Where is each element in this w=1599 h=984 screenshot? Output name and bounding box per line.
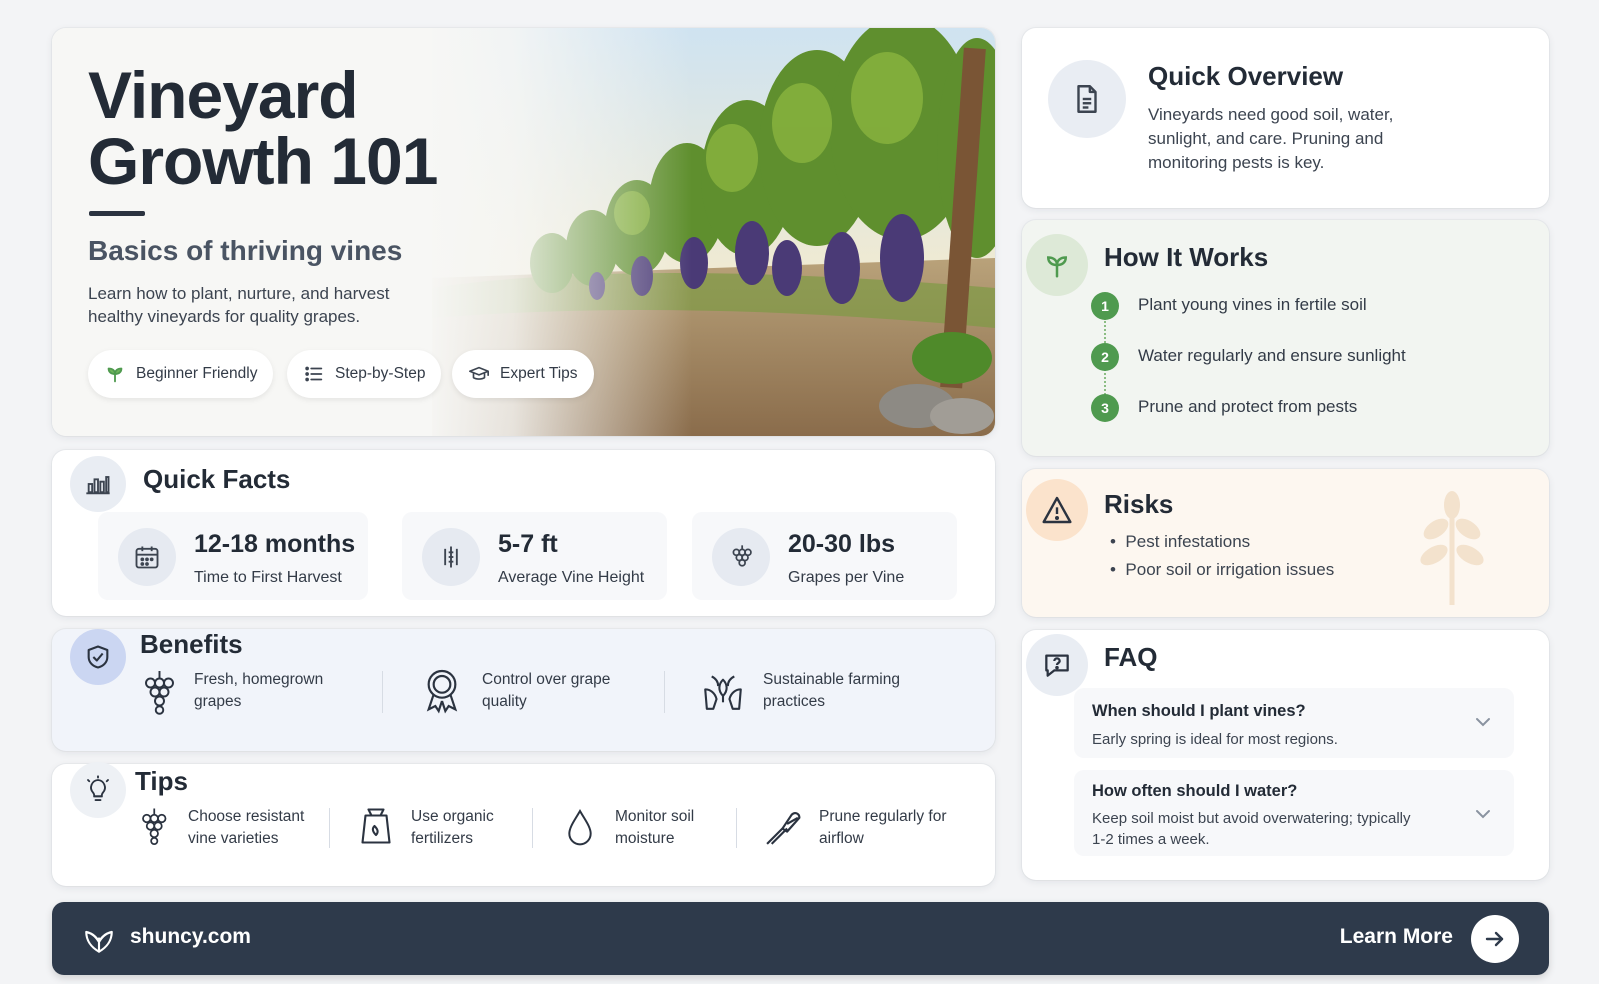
faq-answer-2: Keep soil moist but avoid overwatering; … <box>1092 810 1411 848</box>
divider <box>329 808 330 848</box>
how-it-works-card: How It Works 1 Plant young vines in fert… <box>1022 220 1549 456</box>
pill-expert-tips[interactable]: Expert Tips <box>452 350 594 398</box>
overview-text: Vineyards need good soil, water, sunligh… <box>1148 105 1394 172</box>
pill-label: Step-by-Step <box>335 365 426 382</box>
risk-item-1-text: Pest infestations <box>1125 532 1251 551</box>
fact-time-to-harvest: 12-18 months Time to First Harvest <box>98 512 368 600</box>
hero-title-line-2: Growth 101 <box>88 124 438 198</box>
grapes-icon <box>142 808 167 845</box>
bar-chart-icon <box>70 456 126 512</box>
quick-overview-card: Quick Overview Vineyards need good soil,… <box>1022 28 1549 208</box>
calendar-icon <box>118 528 176 586</box>
pill-beginner-friendly[interactable]: Beginner Friendly <box>88 350 274 398</box>
divider <box>532 808 533 848</box>
site-name[interactable]: shuncy.com <box>130 925 251 949</box>
pill-label: Beginner Friendly <box>136 365 258 382</box>
fact-vine-height: 5-7 ft Average Vine Height <box>402 512 667 600</box>
tip-label-3: Monitor soil moisture <box>615 808 695 847</box>
title-underline <box>89 211 145 216</box>
pill-step-by-step[interactable]: Step-by-Step <box>287 350 442 398</box>
fact-grapes-per-vine: 20-30 lbs Grapes per Vine <box>692 512 957 600</box>
pruning-shears-icon <box>766 812 801 845</box>
risk-item-2-text: Poor soil or irrigation issues <box>1125 560 1335 579</box>
fact-value: 5-7 ft <box>498 530 558 558</box>
fact-label: Grapes per Vine <box>788 569 905 586</box>
chevron-down-icon[interactable] <box>1474 716 1492 728</box>
step-number-1: 1 <box>1091 292 1119 320</box>
hero-title-line-1: Vineyard <box>88 58 359 132</box>
warning-icon <box>1026 479 1088 541</box>
faq-question-1: When should I plant vines? <box>1092 702 1306 720</box>
grapes-icon <box>145 671 174 715</box>
divider <box>736 808 737 848</box>
tip-label-4: Prune regularly for airflow <box>819 808 947 847</box>
risks-card: Risks • Pest infestations • Poor soil or… <box>1022 469 1549 617</box>
risk-item-1: • Pest infestations <box>1110 532 1251 551</box>
faq-title: FAQ <box>1104 642 1158 672</box>
lightbulb-icon <box>70 762 126 818</box>
fact-value: 20-30 lbs <box>788 530 896 558</box>
faq-answer-1: Early spring is ideal for most regions. <box>1092 731 1338 748</box>
graduation-cap-icon <box>469 366 489 380</box>
leaf-hands-icon <box>704 675 742 710</box>
learn-more-link[interactable]: Learn More <box>1340 925 1453 949</box>
footer-bar: shuncy.com Learn More <box>52 902 1549 975</box>
hero-subtitle: Basics of thriving vines <box>88 235 403 266</box>
sprout-icon <box>1026 234 1088 296</box>
fact-label: Average Vine Height <box>498 569 645 586</box>
hero-card: Vineyard Growth 101 Basics of thriving v… <box>52 28 995 436</box>
sprout-icon <box>107 367 123 383</box>
award-icon <box>426 669 458 714</box>
chevron-down-icon[interactable] <box>1474 808 1492 820</box>
list-icon <box>305 366 323 382</box>
fertilizer-bag-icon <box>361 808 391 844</box>
ruler-icon <box>422 528 480 586</box>
step-number-2: 2 <box>1091 343 1119 371</box>
water-drop-icon <box>568 808 592 846</box>
faq-item-2[interactable]: How often should I water? Keep soil mois… <box>1074 770 1514 856</box>
hero-description: Learn how to plant, nurture, and harvest… <box>88 284 390 326</box>
benefits-card: Benefits Fresh, homegrown grapes Control… <box>52 629 995 751</box>
question-bubble-icon <box>1026 634 1088 696</box>
grapes-icon <box>712 528 770 586</box>
benefit-label-2: Control over grape quality <box>482 671 611 710</box>
how-title: How It Works <box>1104 242 1269 272</box>
facts-title: Quick Facts <box>143 464 291 494</box>
step-number-3: 3 <box>1091 394 1119 422</box>
faq-item-1[interactable]: When should I plant vines? Early spring … <box>1074 688 1514 758</box>
divider <box>664 671 665 713</box>
faq-question-2: How often should I water? <box>1092 782 1298 800</box>
shield-check-icon <box>70 629 126 685</box>
plant-watermark-icon <box>1420 491 1484 605</box>
benefits-title: Benefits <box>140 629 243 659</box>
pill-label: Expert Tips <box>500 365 578 382</box>
quick-facts-card: Quick Facts 12-18 months Time to First H… <box>52 450 995 616</box>
arrow-right-icon <box>1485 931 1504 947</box>
tips-title: Tips <box>135 766 188 796</box>
divider <box>382 671 383 713</box>
fact-value: 12-18 months <box>194 530 356 558</box>
step-text-3: Prune and protect from pests <box>1138 397 1358 416</box>
tip-label-2: Use organic fertilizers <box>411 808 494 847</box>
document-icon <box>1048 60 1126 138</box>
step-text-2: Water regularly and ensure sunlight <box>1138 346 1406 365</box>
risks-title: Risks <box>1104 489 1174 519</box>
leaf-logo-icon <box>85 930 113 953</box>
hero-title: Vineyard Growth 101 <box>88 58 438 198</box>
tips-card: Tips Choose resistant vine varieties Use… <box>52 762 995 886</box>
learn-more-button[interactable] <box>1471 915 1519 963</box>
tip-label-1: Choose resistant vine varieties <box>188 808 305 847</box>
faq-card: FAQ When should I plant vines? Early spr… <box>1022 630 1549 880</box>
benefit-label-3: Sustainable farming practices <box>763 671 900 710</box>
fact-label: Time to First Harvest <box>194 569 342 586</box>
risk-item-2: • Poor soil or irrigation issues <box>1110 560 1335 579</box>
overview-title: Quick Overview <box>1148 61 1344 91</box>
step-text-1: Plant young vines in fertile soil <box>1138 295 1367 314</box>
benefit-label-1: Fresh, homegrown grapes <box>194 671 324 710</box>
